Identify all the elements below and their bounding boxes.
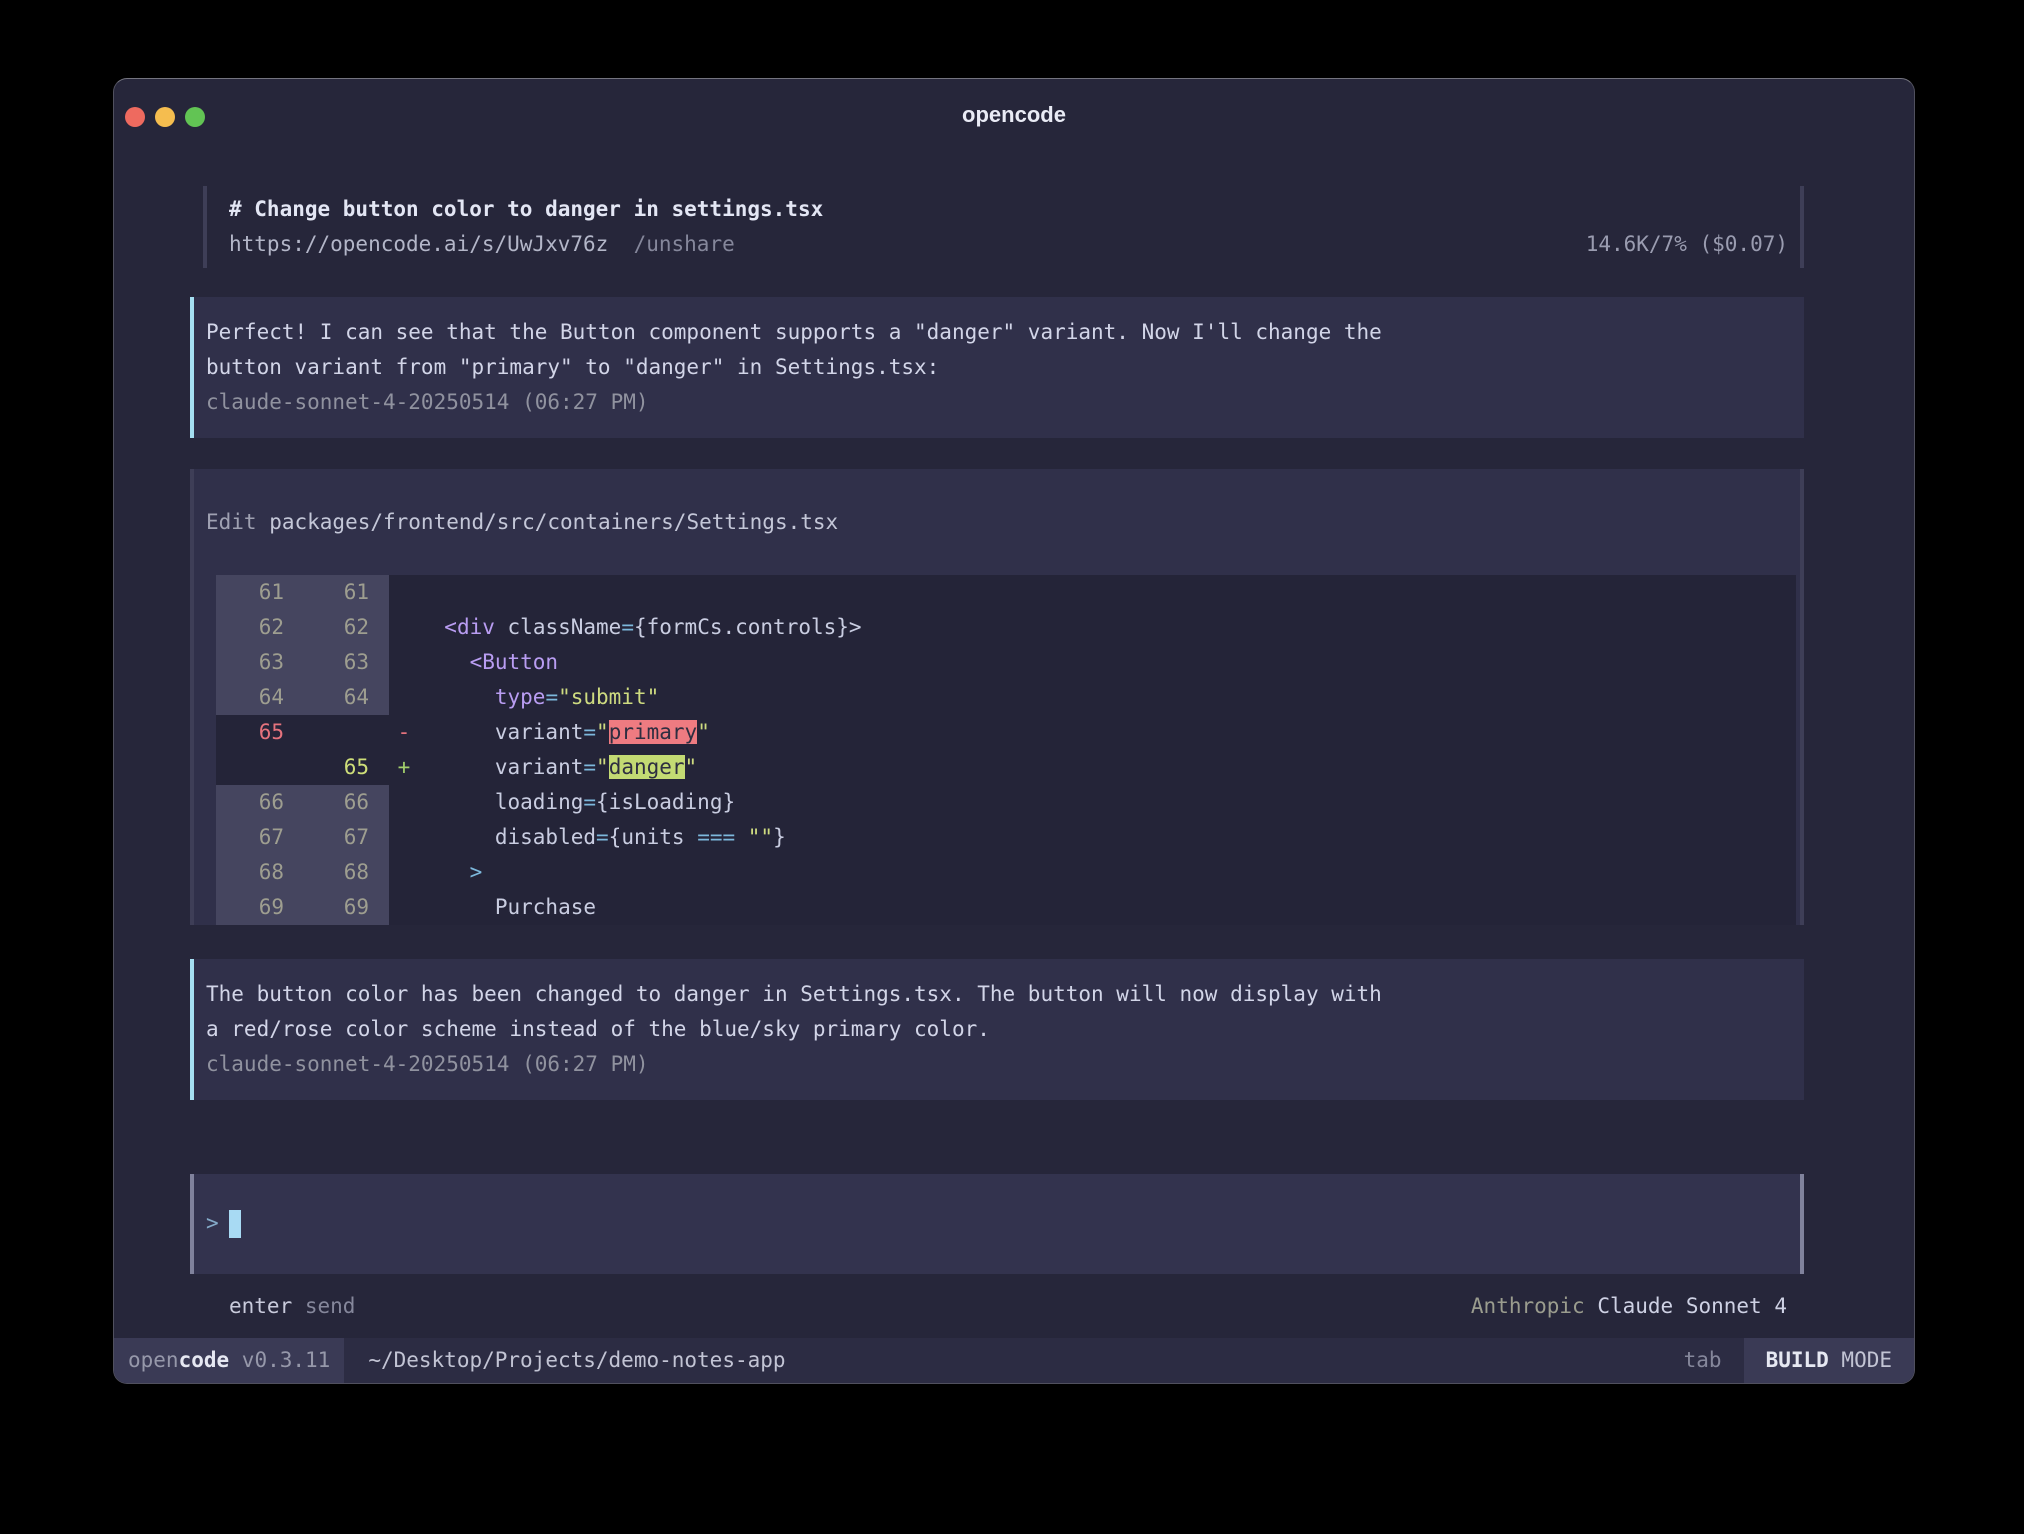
diff-old-line-number	[216, 750, 304, 785]
app-version-chip: opencode v0.3.11	[114, 1338, 344, 1383]
diff-view: 61616262 <div className={formCs.controls…	[216, 575, 1796, 925]
diff-code-line: <div className={formCs.controls}>	[419, 610, 1796, 645]
status-bar: opencode v0.3.11 ~/Desktop/Projects/demo…	[114, 1338, 1914, 1383]
app-name-bold: code	[179, 1343, 230, 1378]
mode-name-bold: BUILD	[1766, 1343, 1829, 1378]
diff-new-line-number: 64	[304, 680, 389, 715]
enter-key-hint: enter	[229, 1294, 292, 1318]
session-header: # Change button color to danger in setti…	[203, 186, 1804, 268]
diff-code-line: Purchase	[419, 890, 1796, 925]
diff-sign	[389, 645, 419, 680]
prompt-input[interactable]: >	[190, 1174, 1804, 1274]
session-title: # Change button color to danger in setti…	[229, 192, 1788, 227]
share-url-group: https://opencode.ai/s/UwJxv76z /unshare	[229, 227, 735, 262]
diff-sign: -	[389, 715, 419, 750]
diff-new-line-number: 61	[304, 575, 389, 610]
diff-sign	[389, 820, 419, 855]
diff-code-line: type="submit"	[419, 680, 1796, 715]
unshare-command[interactable]	[608, 232, 633, 256]
message-line: a red/rose color scheme instead of the b…	[206, 1012, 1788, 1047]
diff-row: 65 - variant="primary"	[216, 715, 1796, 750]
diff-code-line: <Button	[419, 645, 1796, 680]
diff-row: 6363 <Button	[216, 645, 1796, 680]
diff-sign	[389, 785, 419, 820]
diff-old-line-number: 69	[216, 890, 304, 925]
diff-code-line: variant="primary"	[419, 715, 1796, 750]
text-cursor	[229, 1210, 241, 1238]
mode-name-rest: MODE	[1829, 1343, 1892, 1378]
diff-new-line-number: 66	[304, 785, 389, 820]
unshare-label[interactable]: /unshare	[634, 232, 735, 256]
diff-sign	[389, 680, 419, 715]
edit-tool-call: Edit packages/frontend/src/containers/Se…	[190, 469, 1804, 925]
app-name-light: open	[128, 1343, 179, 1378]
diff-code-line: loading={isLoading}	[419, 785, 1796, 820]
build-mode-chip: BUILD MODE	[1744, 1338, 1914, 1383]
diff-new-line-number	[304, 715, 389, 750]
diff-old-line-number: 61	[216, 575, 304, 610]
token-usage: 14.6K/7% ($0.07)	[1586, 227, 1788, 262]
tab-key-hint: tab	[1684, 1343, 1722, 1378]
message-meta: claude-sonnet-4-20250514 (06:27 PM)	[206, 385, 1788, 420]
assistant-message: The button color has been changed to dan…	[190, 959, 1804, 1100]
diff-row: 65+ variant="danger"	[216, 750, 1796, 785]
message-meta: claude-sonnet-4-20250514 (06:27 PM)	[206, 1047, 1788, 1082]
edit-tool-label: Edit	[206, 505, 269, 540]
diff-code-line: disabled={units === ""}	[419, 820, 1796, 855]
diff-new-line-number: 65	[304, 750, 389, 785]
diff-old-line-number: 67	[216, 820, 304, 855]
diff-code-line: variant="danger"	[419, 750, 1796, 785]
diff-row: 6262 <div className={formCs.controls}>	[216, 610, 1796, 645]
send-label: send	[305, 1294, 356, 1318]
diff-old-line-number: 66	[216, 785, 304, 820]
prompt-caret: >	[206, 1206, 219, 1241]
diff-new-line-number: 68	[304, 855, 389, 890]
diff-old-line-number: 63	[216, 645, 304, 680]
diff-new-line-number: 69	[304, 890, 389, 925]
titlebar: opencode	[114, 79, 1914, 141]
message-body: The button color has been changed to dan…	[206, 977, 1788, 1047]
model-name: Claude Sonnet 4	[1597, 1294, 1787, 1318]
diff-row: 6767 disabled={units === ""}	[216, 820, 1796, 855]
edit-file-path: packages/frontend/src/containers/Setting…	[269, 505, 838, 540]
working-directory: ~/Desktop/Projects/demo-notes-app	[368, 1343, 785, 1378]
diff-row: 6868 >	[216, 855, 1796, 890]
app-version: v0.3.11	[229, 1343, 330, 1378]
send-action-label	[292, 1294, 305, 1318]
diff-code-line: >	[419, 855, 1796, 890]
send-hint: enter send	[229, 1289, 355, 1324]
diff-code-line	[419, 575, 1796, 610]
message-line: Perfect! I can see that the Button compo…	[206, 315, 1788, 350]
diff-new-line-number: 67	[304, 820, 389, 855]
assistant-message: Perfect! I can see that the Button compo…	[190, 297, 1804, 438]
edit-tool-header: Edit packages/frontend/src/containers/Se…	[190, 469, 1804, 575]
app-window: opencode # Change button color to danger…	[113, 78, 1915, 1384]
diff-sign	[389, 610, 419, 645]
diff-sign	[389, 575, 419, 610]
diff-new-line-number: 63	[304, 645, 389, 680]
message-body: Perfect! I can see that the Button compo…	[206, 315, 1788, 385]
window-title: opencode	[114, 101, 1914, 129]
message-line: The button color has been changed to dan…	[206, 977, 1788, 1012]
diff-row: 6161	[216, 575, 1796, 610]
diff-sign	[389, 890, 419, 925]
diff-row: 6666 loading={isLoading}	[216, 785, 1796, 820]
diff-sign	[389, 855, 419, 890]
diff-new-line-number: 62	[304, 610, 389, 645]
diff-row: 6969 Purchase	[216, 890, 1796, 925]
diff-old-line-number: 62	[216, 610, 304, 645]
diff-old-line-number: 65	[216, 715, 304, 750]
provider-name: Anthropic	[1471, 1294, 1597, 1318]
footer-hints: enter send Anthropic Claude Sonnet 4	[229, 1289, 1787, 1324]
share-url-link[interactable]: https://opencode.ai/s/UwJxv76z	[229, 232, 608, 256]
message-line: button variant from "primary" to "danger…	[206, 350, 1788, 385]
diff-row: 6464 type="submit"	[216, 680, 1796, 715]
diff-old-line-number: 68	[216, 855, 304, 890]
diff-sign: +	[389, 750, 419, 785]
model-indicator: Anthropic Claude Sonnet 4	[1471, 1289, 1787, 1324]
diff-old-line-number: 64	[216, 680, 304, 715]
